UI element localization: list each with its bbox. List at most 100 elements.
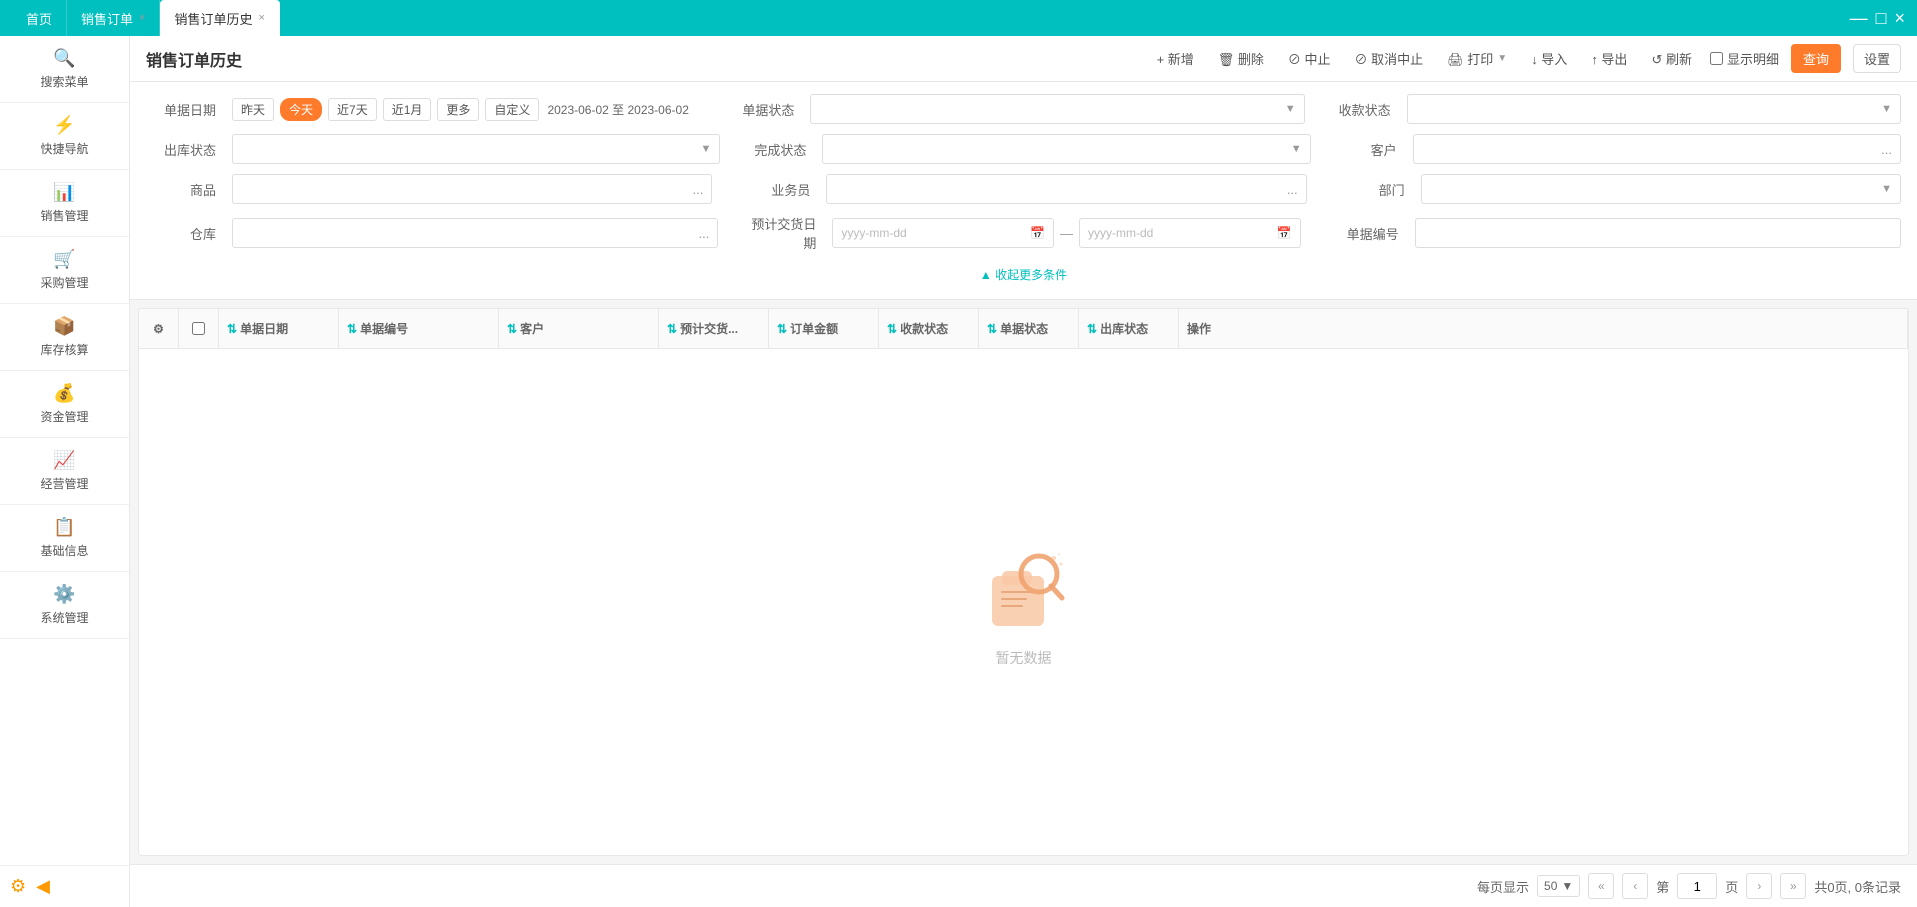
order-status-select[interactable]: ▼ (810, 94, 1304, 124)
operations-mgmt-icon: 📈 (53, 450, 75, 471)
print-btn[interactable]: 🖨 打印 ▼ (1441, 45, 1513, 72)
total-records: 共0页, 0条记录 (1814, 877, 1901, 896)
sidebar-item-purchase-mgmt[interactable]: 🛒 采购管理 (0, 237, 129, 304)
close-tab-history[interactable]: × (258, 12, 264, 24)
date-placeholder: yyyy-mm-dd (841, 226, 906, 240)
import-btn[interactable]: ↓ 导入 (1525, 45, 1573, 72)
sort-icon: ⇅ (887, 322, 897, 336)
sidebar-item-operations-mgmt[interactable]: 📈 经营管理 (0, 438, 129, 505)
display-toggle-label: 显示明细 (1727, 49, 1779, 68)
completion-status-label: 完成状态 (736, 140, 806, 159)
sort-icon: ⇅ (227, 322, 237, 336)
chevron-down-icon: ▼ (700, 143, 711, 155)
quick-nav-icon: ⚡ (53, 115, 75, 136)
salesperson-input[interactable]: ... (826, 174, 1306, 204)
date-placeholder: yyyy-mm-dd (1088, 226, 1153, 240)
tab-home[interactable]: 首页 (12, 0, 67, 36)
chevron-down-icon: ▼ (1881, 183, 1892, 195)
refresh-btn[interactable]: ↺ 刷新 (1645, 45, 1698, 72)
yesterday-btn[interactable]: 昨天 (232, 98, 274, 121)
warehouse-input[interactable]: ... (232, 218, 718, 248)
order-no-input[interactable] (1415, 218, 1901, 248)
content-area: 销售订单历史 + 新增 🗑 删除 ⊘ 中止 ⊘ 取消中止 🖨 打印 ▼ ↓ 导入… (130, 36, 1917, 907)
first-page-btn[interactable]: « (1588, 873, 1614, 899)
more-btn[interactable]: 更多 (437, 98, 479, 121)
window-minimize-btn[interactable]: — (1850, 8, 1868, 29)
date-range-label: 单据日期 (146, 100, 216, 119)
chevron-down-icon: ▼ (1291, 143, 1302, 155)
new-btn[interactable]: + 新增 (1151, 45, 1200, 72)
top-bar: 首页 销售订单 × 销售订单历史 × — □ × (0, 0, 1917, 36)
product-input[interactable]: ... (232, 174, 712, 204)
sort-icon: ⇅ (1087, 322, 1097, 336)
page-after-label: 页 (1725, 877, 1738, 896)
order-no-label: 单据编号 (1329, 224, 1399, 243)
chevron-down-icon: ▼ (1881, 103, 1892, 115)
sidebar-item-capital-mgmt[interactable]: 💰 资金管理 (0, 371, 129, 438)
sidebar-item-label: 采购管理 (40, 274, 88, 291)
select-all-checkbox[interactable] (192, 322, 205, 335)
last7days-btn[interactable]: 近7天 (328, 98, 377, 121)
close-tab-sales-order[interactable]: × (139, 12, 145, 24)
sort-icon: ⇅ (987, 322, 997, 336)
customer-label: 客户 (1327, 140, 1397, 159)
department-label: 部门 (1335, 180, 1405, 199)
delivery-date-from[interactable]: yyyy-mm-dd 📅 (832, 218, 1054, 248)
sidebar-item-quick-nav[interactable]: ⚡ 快捷导航 (0, 103, 129, 170)
sort-icon: ⇅ (347, 322, 357, 336)
tab-sales-order[interactable]: 销售订单 × (67, 0, 160, 36)
sidebar-item-label: 系统管理 (40, 609, 88, 626)
display-toggle-checkbox[interactable] (1710, 52, 1723, 65)
sidebar-item-basic-info[interactable]: 📋 基础信息 (0, 505, 129, 572)
sidebar-item-sales-mgmt[interactable]: 📊 销售管理 (0, 170, 129, 237)
export-btn[interactable]: ↑ 导出 (1585, 45, 1633, 72)
sidebar-item-system-mgmt[interactable]: ⚙️ 系统管理 (0, 572, 129, 639)
department-select[interactable]: ▼ (1421, 174, 1901, 204)
th-customer: ⇅ 客户 (499, 309, 659, 348)
th-checkbox[interactable] (179, 309, 219, 348)
table-body: 暂无数据 (139, 349, 1908, 855)
calendar-icon: 📅 (1030, 226, 1045, 240)
sidebar-item-label: 基础信息 (40, 542, 88, 559)
window-close-btn[interactable]: × (1894, 8, 1905, 29)
delete-btn[interactable]: 🗑 删除 (1212, 45, 1270, 72)
table-area: ⚙ ⇅ 单据日期 ⇅ 单据编号 ⇅ 客户 ⇅ (138, 308, 1909, 856)
page-size-select[interactable]: 50 ▼ (1537, 875, 1580, 897)
tab-sales-order-history[interactable]: 销售订单历史 × (160, 0, 279, 36)
last1month-btn[interactable]: 近1月 (383, 98, 432, 121)
settings-btn[interactable]: 设置 (1853, 44, 1901, 73)
search-menu-icon: 🔍 (53, 48, 75, 69)
delivery-status-select[interactable]: ▼ (232, 134, 720, 164)
collapse-filter-btn[interactable]: ▲ 收起更多条件 (146, 262, 1901, 287)
customer-input[interactable]: ... (1413, 134, 1901, 164)
sidebar-item-inventory-calc[interactable]: 📦 库存核算 (0, 304, 129, 371)
payment-status-select[interactable]: ▼ (1407, 94, 1901, 124)
window-maximize-btn[interactable]: □ (1876, 8, 1887, 29)
today-btn[interactable]: 今天 (280, 98, 322, 121)
purchase-mgmt-icon: 🛒 (53, 249, 75, 270)
next-page-btn[interactable]: › (1746, 873, 1772, 899)
date-range-value: 2023-06-02 至 2023-06-02 (547, 101, 688, 118)
sidebar-item-label: 库存核算 (40, 341, 88, 358)
query-btn[interactable]: 查询 (1791, 44, 1841, 73)
stop-btn[interactable]: ⊘ 中止 (1282, 45, 1337, 72)
delivery-date-to[interactable]: yyyy-mm-dd 📅 (1079, 218, 1301, 248)
sidebar-item-label: 搜索菜单 (40, 73, 88, 90)
custom-btn[interactable]: 自定义 (485, 98, 539, 121)
page-title: 销售订单历史 (146, 47, 242, 71)
page-number-input[interactable] (1677, 873, 1717, 899)
sidebar-item-label: 销售管理 (40, 207, 88, 224)
sidebar-item-search-menu[interactable]: 🔍 搜索菜单 (0, 36, 129, 103)
last-page-btn[interactable]: » (1780, 873, 1806, 899)
inventory-calc-icon: 📦 (53, 316, 75, 337)
completion-status-select[interactable]: ▼ (822, 134, 1310, 164)
prev-page-btn[interactable]: ‹ (1622, 873, 1648, 899)
sidebar-collapse-btn[interactable]: ◀ (36, 876, 50, 897)
th-settings[interactable]: ⚙ (139, 309, 179, 348)
cancel-stop-btn[interactable]: ⊘ 取消中止 (1349, 45, 1430, 72)
sidebar-settings-btn[interactable]: ⚙ (10, 876, 26, 897)
print-dropdown-icon: ▼ (1497, 53, 1507, 64)
page-size-label: 每页显示 (1477, 877, 1529, 896)
display-toggle[interactable]: 显示明细 (1710, 49, 1779, 68)
filter-panel: 单据日期 昨天 今天 近7天 近1月 更多 自定义 2023-06-02 至 2… (130, 82, 1917, 300)
